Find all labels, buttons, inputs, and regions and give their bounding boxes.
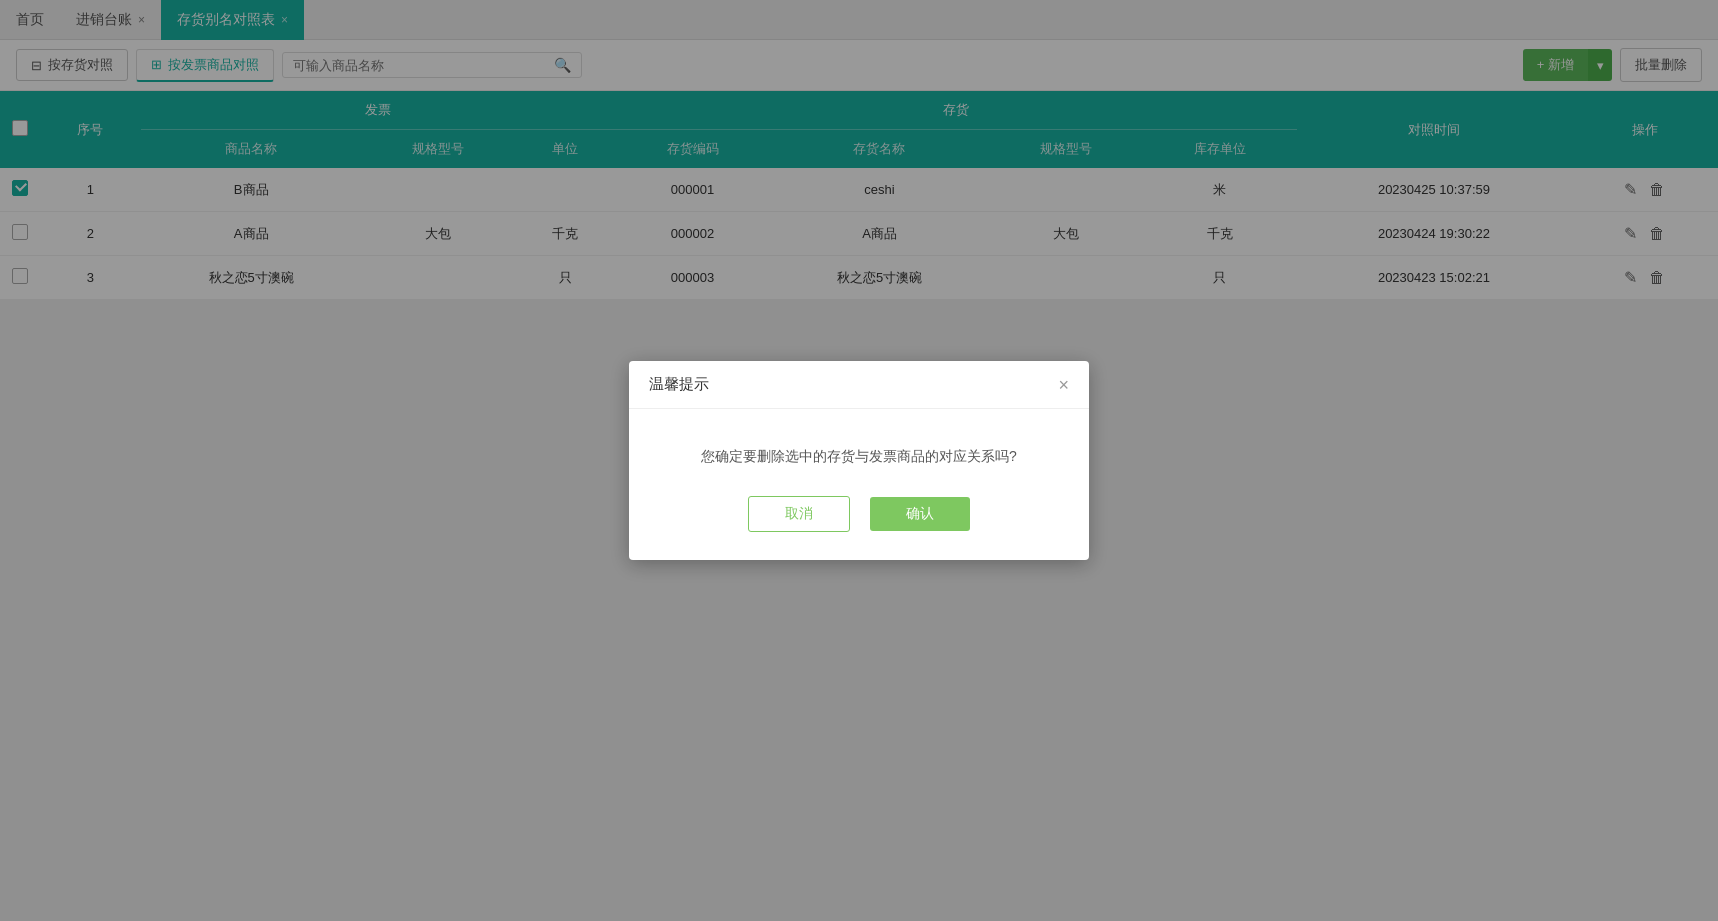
modal-overlay: 温馨提示 × 您确定要删除选中的存货与发票商品的对应关系吗? 取消 确认 bbox=[0, 0, 1718, 300]
